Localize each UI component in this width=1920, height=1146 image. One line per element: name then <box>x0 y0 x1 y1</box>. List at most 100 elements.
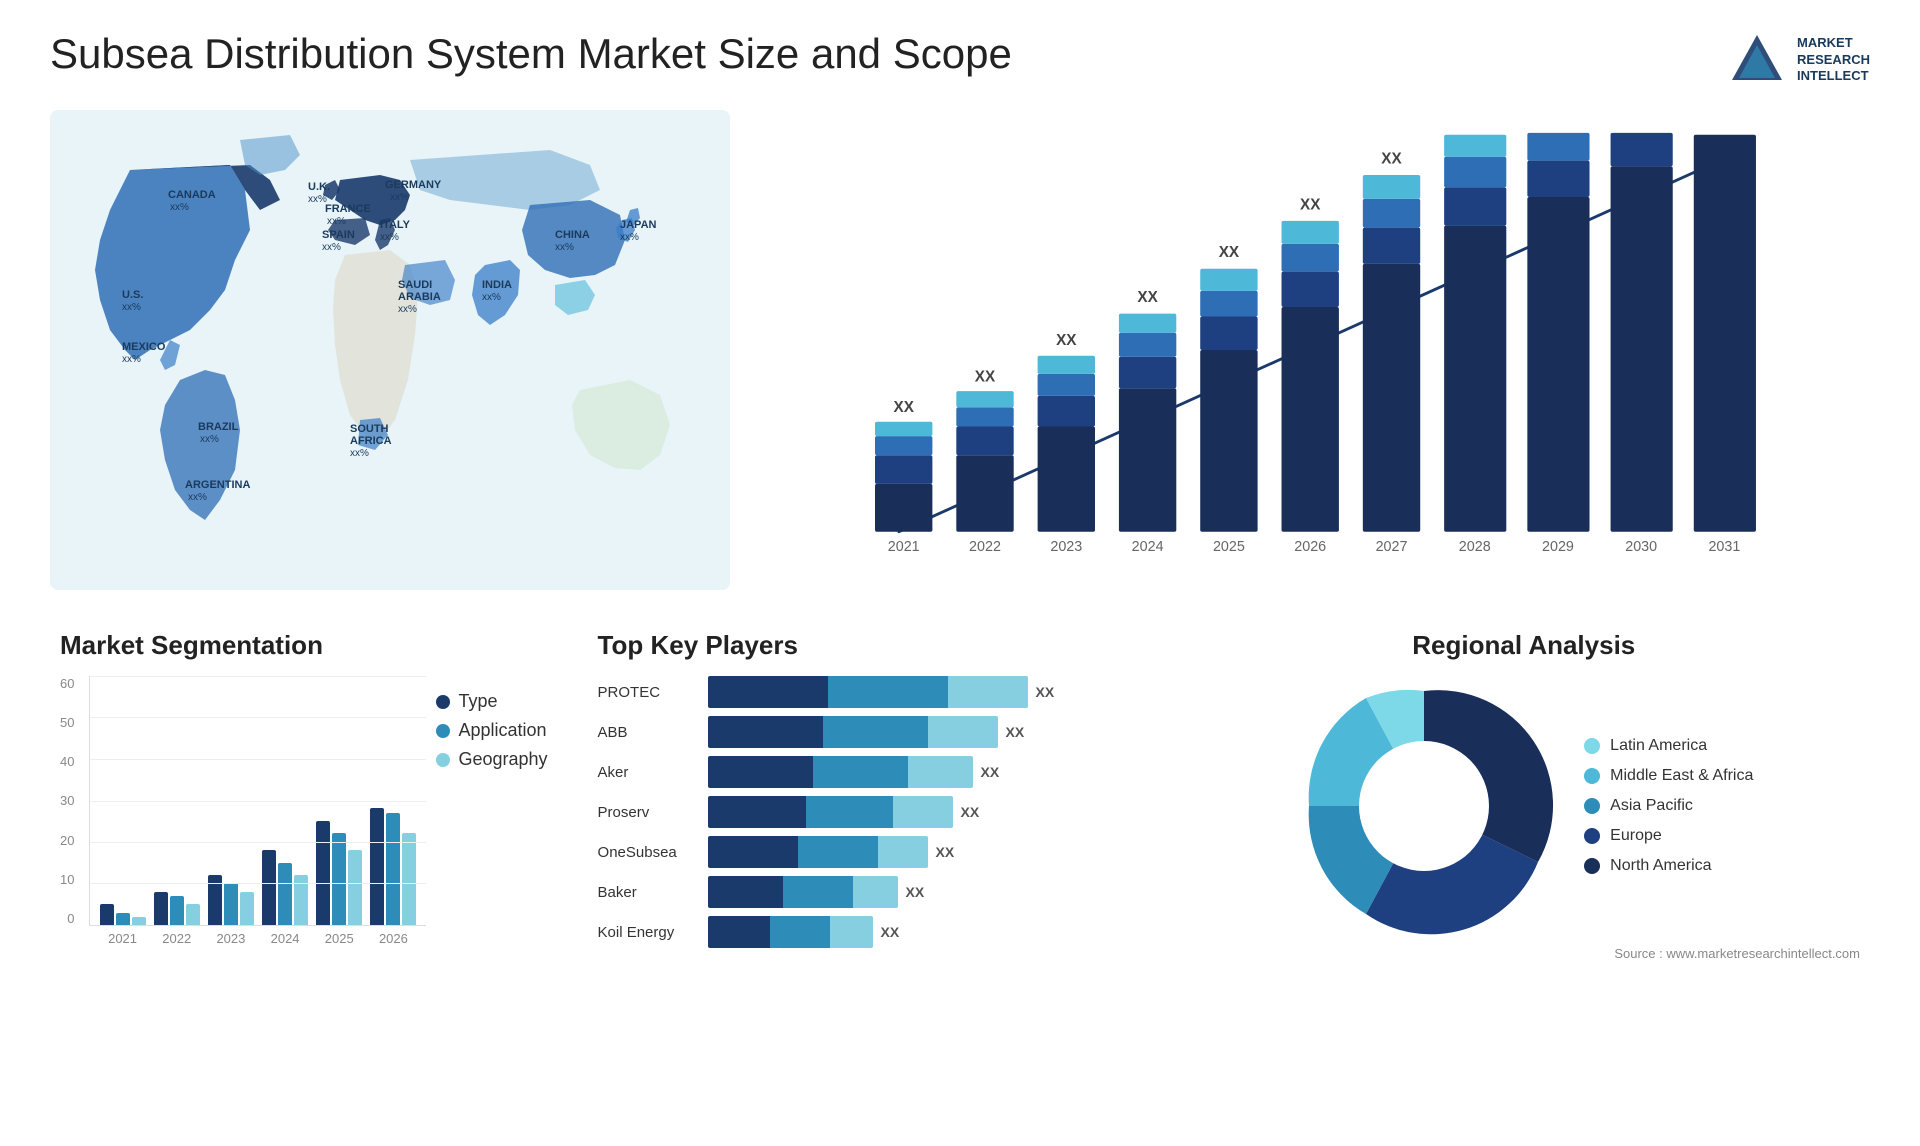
regional-container: Regional Analysis <box>1178 620 1870 1040</box>
svg-text:2022: 2022 <box>969 539 1001 555</box>
regional-legend-asia: Asia Pacific <box>1584 797 1753 815</box>
player-label-baker: XX <box>906 884 925 900</box>
player-row-protec: PROTEC XX <box>598 676 1138 708</box>
player-name-baker: Baker <box>598 884 698 901</box>
seg-bar-geo-2021 <box>132 917 146 925</box>
svg-text:XX: XX <box>1381 150 1402 167</box>
latin-america-dot <box>1584 738 1600 754</box>
map-sublabel-india: xx% <box>482 292 501 303</box>
bar-dark <box>708 676 828 708</box>
type-dot <box>436 695 450 709</box>
logo-icon <box>1727 30 1787 90</box>
world-map: CANADA xx% U.S. xx% MEXICO xx% BRAZIL xx… <box>50 110 730 590</box>
map-sublabel-canada: xx% <box>170 202 189 213</box>
player-bar-aker: XX <box>708 756 1138 788</box>
svg-text:XX: XX <box>893 399 914 416</box>
header: Subsea Distribution System Market Size a… <box>50 30 1870 90</box>
geography-dot <box>436 753 450 767</box>
player-bar-protec: XX <box>708 676 1138 708</box>
svg-text:2023: 2023 <box>1050 539 1082 555</box>
svg-text:2026: 2026 <box>1294 539 1326 555</box>
player-label-onesubsea: XX <box>936 844 955 860</box>
player-label-protec: XX <box>1036 684 1055 700</box>
segmentation-container: Market Segmentation 60 50 40 30 20 10 0 <box>50 620 558 1040</box>
regional-legend-north-america: North America <box>1584 857 1753 875</box>
seg-bar-type-2021 <box>100 904 114 925</box>
map-container: CANADA xx% U.S. xx% MEXICO xx% BRAZIL xx… <box>50 110 730 590</box>
donut-hole <box>1359 741 1489 871</box>
svg-text:2021: 2021 <box>888 539 920 555</box>
mea-dot <box>1584 768 1600 784</box>
growth-chart-container: XX 2021 XX 2022 XX 2023 <box>760 110 1870 590</box>
segmentation-title: Market Segmentation <box>60 630 548 661</box>
regional-legend-latin: Latin America <box>1584 737 1753 755</box>
map-sublabel-japan: xx% <box>620 232 639 243</box>
map-label-italy: ITALY <box>380 219 411 231</box>
seg-bar-geo-2023 <box>240 892 254 925</box>
bar-mid <box>828 676 948 708</box>
map-label-argentina: ARGENTINA <box>185 479 250 491</box>
application-dot <box>436 724 450 738</box>
bottom-section: Market Segmentation 60 50 40 30 20 10 0 <box>50 620 1870 1040</box>
svg-text:2024: 2024 <box>1132 539 1164 555</box>
key-players-container: Top Key Players PROTEC XX <box>588 620 1148 1040</box>
asia-pacific-dot <box>1584 798 1600 814</box>
map-label-canada: CANADA <box>168 189 216 201</box>
player-label-proserv: XX <box>961 804 980 820</box>
svg-text:2027: 2027 <box>1376 539 1408 555</box>
regional-legend-europe: Europe <box>1584 827 1753 845</box>
map-sublabel-brazil: xx% <box>200 434 219 445</box>
player-bar-koil: XX <box>708 916 1138 948</box>
seg-legend-type: Type <box>436 691 547 712</box>
key-players-title: Top Key Players <box>598 630 1138 661</box>
map-label-saudi: SAUDI <box>398 279 432 291</box>
map-sublabel-argentina: xx% <box>188 492 207 503</box>
page: Subsea Distribution System Market Size a… <box>0 0 1920 1146</box>
bar-light <box>948 676 1028 708</box>
player-row-baker: Baker XX <box>598 876 1138 908</box>
map-sublabel-italy: xx% <box>380 232 399 243</box>
seg-bar-app-2021 <box>116 913 130 925</box>
seg-bar-type-2024 <box>262 850 276 925</box>
player-name-onesubsea: OneSubsea <box>598 844 698 861</box>
seg-legend: Type Application Geography <box>436 691 547 946</box>
seg-bar-type-2022 <box>154 892 168 925</box>
map-label-southafrica: SOUTH <box>350 423 389 435</box>
seg-legend-geography: Geography <box>436 749 547 770</box>
player-name-protec: PROTEC <box>598 684 698 701</box>
svg-text:2025: 2025 <box>1213 539 1245 555</box>
map-sublabel-china: xx% <box>555 242 574 253</box>
map-label-southafrica2: AFRICA <box>350 435 392 447</box>
svg-text:XX: XX <box>1137 289 1158 306</box>
player-label-aker: XX <box>981 764 1000 780</box>
seg-bar-geo-2025 <box>348 850 362 925</box>
seg-bar-type-2025 <box>316 821 330 925</box>
player-row-proserv: Proserv XX <box>598 796 1138 828</box>
seg-bar-app-2025 <box>332 833 346 925</box>
map-label-india: INDIA <box>482 279 512 291</box>
players-list: PROTEC XX ABB <box>598 676 1138 948</box>
svg-text:XX: XX <box>1056 332 1077 349</box>
regional-legend-mea: Middle East & Africa <box>1584 767 1753 785</box>
seg-bar-type-2026 <box>370 808 384 925</box>
player-label-koil: XX <box>881 924 900 940</box>
player-row-koil: Koil Energy XX <box>598 916 1138 948</box>
donut-chart <box>1294 676 1554 936</box>
map-sublabel-spain: xx% <box>322 242 341 253</box>
map-sublabel-france: xx% <box>327 216 346 227</box>
page-title: Subsea Distribution System Market Size a… <box>50 30 1012 78</box>
svg-text:2029: 2029 <box>1542 539 1574 555</box>
player-name-abb: ABB <box>598 724 698 741</box>
seg-bar-app-2023 <box>224 883 238 925</box>
player-bar-onesubsea: XX <box>708 836 1138 868</box>
map-label-saudi2: ARABIA <box>398 291 441 303</box>
player-bar-baker: XX <box>708 876 1138 908</box>
seg-bar-geo-2022 <box>186 904 200 925</box>
seg-bar-geo-2026 <box>402 833 416 925</box>
regional-title: Regional Analysis <box>1188 630 1860 661</box>
map-sublabel-saudi: xx% <box>398 304 417 315</box>
regional-legend: Latin America Middle East & Africa Asia … <box>1584 737 1753 875</box>
seg-legend-application: Application <box>436 720 547 741</box>
svg-text:2028: 2028 <box>1459 539 1491 555</box>
map-sublabel-mexico: xx% <box>122 354 141 365</box>
